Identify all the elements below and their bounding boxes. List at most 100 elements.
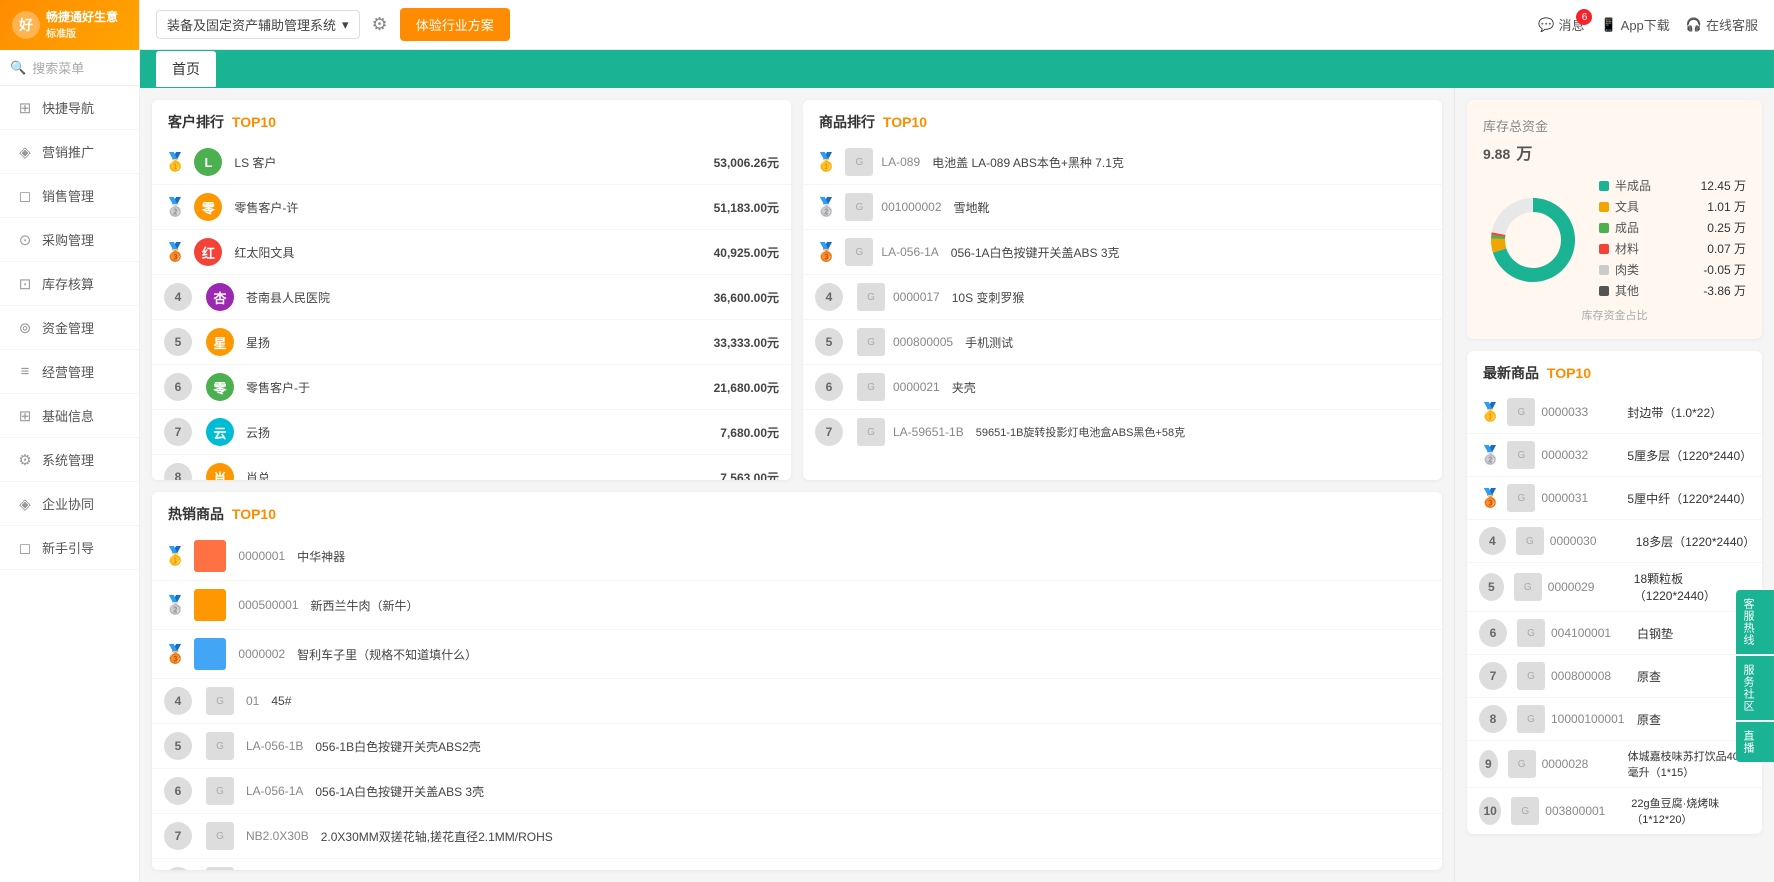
new-prod-3: 🥉 G 0000031 5厘中纤（1220*2440） (1467, 477, 1762, 520)
sidebar-search[interactable]: 🔍 搜索菜单 (0, 50, 139, 86)
sidebar-item-quick-nav[interactable]: ⊞ 快捷导航 (0, 86, 139, 130)
float-buttons: 客服热线 服务社区 直播 (1736, 590, 1774, 762)
new-code-8: 10000100001 (1551, 712, 1631, 726)
prod-medal-3: 🥉 (815, 242, 837, 263)
new-name-9: 体城嘉枝味苏打饮品400毫升（1*15） (1628, 748, 1750, 780)
hot-prod-name-3: 智利车子里（规格不知道填什么） (297, 646, 477, 663)
legend-item-3: 成品 0.25 万 (1599, 219, 1746, 236)
main-area: 装备及固定资产辅助管理系统 ▾ ⚙ 体验行业方案 💬 消息 6 📱 App下载 … (140, 0, 1774, 882)
sidebar-item-sales[interactable]: ◻ 销售管理 (0, 174, 139, 218)
hot-medal-2: 🥈 (164, 595, 186, 616)
sidebar-item-enterprise[interactable]: ◈ 企业协同 (0, 482, 139, 526)
newest-products-card: 最新商品 TOP10 🥇 G 0000033 封边带（1.0*22） 🥈 G (1467, 351, 1762, 834)
sales-icon: ◻ (16, 187, 34, 205)
system-icon: ⚙ (16, 451, 34, 469)
customer-badge-6: 零 (206, 373, 234, 401)
hot-img-4: G (206, 687, 234, 715)
hot-prod-img-2 (194, 589, 226, 621)
new-name-4: 18多层（1220*2440） (1636, 533, 1750, 550)
sidebar-label-basics: 基础信息 (42, 406, 94, 425)
sidebar-item-system[interactable]: ⚙ 系统管理 (0, 438, 139, 482)
live-broadcast-button[interactable]: 直播 (1736, 722, 1774, 762)
sidebar-item-basics[interactable]: ⊞ 基础信息 (0, 394, 139, 438)
prod-name-3: 056-1A白色按键开关盖ABS 3克 (951, 244, 1120, 261)
customer-badge-8: 肖 (206, 463, 234, 480)
hot-medal-1: 🥇 (164, 546, 186, 567)
prod-code-2: 001000002 (881, 200, 941, 214)
system-selector[interactable]: 装备及固定资产辅助管理系统 ▾ (156, 10, 360, 39)
hot-rank-6: 6 (164, 777, 192, 805)
new-prod-2: 🥈 G 0000032 5厘多层（1220*2440） (1467, 434, 1762, 477)
system-name: 装备及固定资产辅助管理系统 (167, 15, 336, 34)
new-img-10: G (1511, 797, 1539, 825)
prod-img-3: G (845, 238, 873, 266)
hot-prod-name-2: 新西兰牛肉（新牛） (311, 597, 419, 614)
customer-name-2: 零售客户-许 (234, 199, 298, 216)
sidebar-item-inventory[interactable]: ⊡ 库存核算 (0, 262, 139, 306)
rank-num-4: 4 (164, 283, 192, 311)
prod-code-5: 000800005 (893, 335, 953, 349)
settings-icon[interactable]: ⚙ (372, 14, 388, 35)
customer-amount-8: 7,563.00元 (720, 469, 779, 481)
new-prod-4: 4 G 0000030 18多层（1220*2440） (1467, 520, 1762, 563)
topbar: 装备及固定资产辅助管理系统 ▾ ⚙ 体验行业方案 💬 消息 6 📱 App下载 … (140, 0, 1774, 50)
sidebar-item-finance[interactable]: ⊚ 资金管理 (0, 306, 139, 350)
sidebar-item-purchase[interactable]: ⊙ 采购管理 (0, 218, 139, 262)
new-medal-3: 🥉 (1479, 488, 1501, 509)
hot-rank-7: 7 (164, 822, 192, 850)
new-rank-10: 10 (1479, 797, 1501, 825)
customer-amount-3: 40,925.00元 (714, 244, 779, 261)
customer-name-1: LS 客户 (234, 154, 276, 171)
sidebar-item-marketing[interactable]: ◈ 营销推广 (0, 130, 139, 174)
app-download-button[interactable]: 📱 App下载 (1600, 15, 1669, 34)
message-button[interactable]: 💬 消息 6 (1538, 15, 1584, 34)
customer-amount-6: 21,680.00元 (714, 379, 779, 396)
new-prod-6: 6 G 004100001 白钢垫 (1467, 612, 1762, 655)
marketing-icon: ◈ (16, 143, 34, 161)
prod-code-6: 0000021 (893, 380, 940, 394)
prod-rank-4: 4 (815, 283, 843, 311)
inventory-title: 库存总资金 (1483, 116, 1746, 135)
new-code-3: 0000031 (1541, 491, 1621, 505)
service-community-button[interactable]: 服务社区 (1736, 656, 1774, 720)
customer-amount-2: 51,183.00元 (714, 199, 779, 216)
service-hotline-button[interactable]: 客服热线 (1736, 590, 1774, 654)
rank-medal-icon-2: 🥈 (164, 197, 186, 218)
product-ranking-title: 商品排行 TOP10 (803, 100, 1442, 140)
hot-prod-code-4: 01 (246, 694, 259, 708)
new-name-1: 封边带（1.0*22） (1627, 404, 1722, 421)
sidebar-item-guide[interactable]: ◻ 新手引导 (0, 526, 139, 570)
new-name-7: 原查 (1637, 668, 1661, 685)
search-label: 搜索菜单 (32, 58, 84, 77)
new-img-1: G (1507, 398, 1535, 426)
rank-medal-icon-3: 🥉 (164, 242, 186, 263)
customer-badge-2: 零 (194, 193, 222, 221)
prod-row-1: 🥇 G LA-089 电池盖 LA-089 ABS本色+黑种 7.1克 (803, 140, 1442, 185)
hot-prod-code-6: LA-056-1A (246, 784, 303, 798)
trial-button[interactable]: 体验行业方案 (400, 8, 510, 41)
new-name-2: 5厘多层（1220*2440） (1627, 447, 1750, 464)
hot-img-5: G (206, 732, 234, 760)
online-service-button[interactable]: 🎧 在线客服 (1686, 15, 1758, 34)
prod-name-5: 手机测试 (965, 334, 1013, 351)
hot-prod-name-5: 056-1B白色按键开关壳ABS2壳 (315, 738, 480, 755)
rank-medal-icon: 🥇 (164, 152, 186, 173)
sidebar-item-operations[interactable]: ≡ 经营管理 (0, 350, 139, 394)
new-name-8: 原查 (1637, 711, 1661, 728)
new-img-6: G (1517, 619, 1545, 647)
prod-name-6: 夹壳 (952, 379, 976, 396)
sidebar-label-inventory: 库存核算 (42, 274, 94, 293)
prod-rank-5: 5 (815, 328, 843, 356)
rank-num-6: 6 (164, 373, 192, 401)
hot-products-card: 热销商品 TOP10 🥇 0000001 中华神器 🥈 (152, 492, 1442, 870)
newest-products-list: 🥇 G 0000033 封边带（1.0*22） 🥈 G 0000032 5厘多层… (1467, 391, 1762, 834)
search-icon: 🔍 (10, 60, 26, 76)
hot-prod-code-7: NB2.0X30B (246, 829, 309, 843)
prod-row-4: 4 G 0000017 10S 变刺罗猴 (803, 275, 1442, 320)
message-icon: 💬 (1538, 17, 1554, 33)
hot-prod-3: 🥉 0000002 智利车子里（规格不知道填什么） (152, 630, 1442, 679)
customer-row-2: 🥈 零 零售客户-许 51,183.00元 (152, 185, 791, 230)
sidebar-label-operations: 经营管理 (42, 362, 94, 381)
tab-home[interactable]: 首页 (156, 51, 216, 87)
hot-prod-4: 4 G 01 45# (152, 679, 1442, 724)
